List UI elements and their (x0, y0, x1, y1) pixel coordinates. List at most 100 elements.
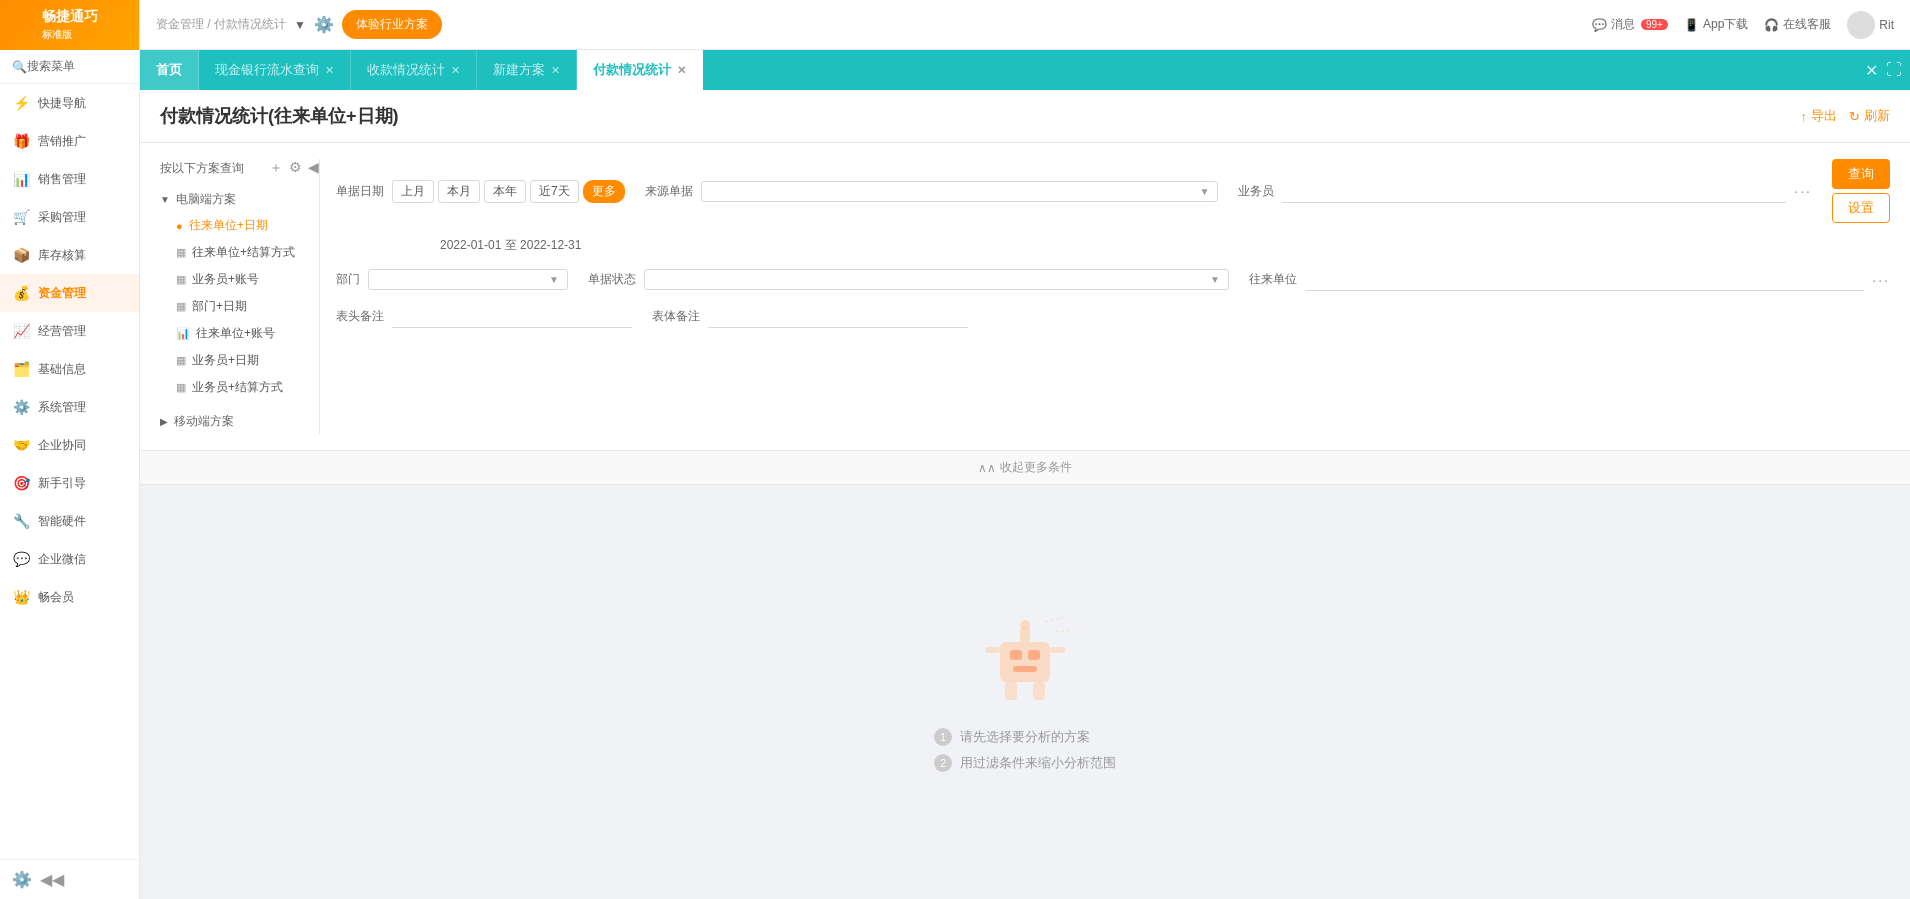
sidebar-item-inventory[interactable]: 📦 库存核算 (0, 236, 139, 274)
sidebar-item-basic[interactable]: 🗂️ 基础信息 (0, 350, 139, 388)
sidebar-item-finance[interactable]: 💰 资金管理 (0, 274, 139, 312)
bank-tab-close[interactable]: ✕ (325, 64, 334, 77)
header-left: 资金管理 / 付款情况统计 ▼ ⚙️ 体验行业方案 (156, 10, 1580, 39)
date-btn-this-year[interactable]: 本年 (484, 180, 526, 203)
app-download-action[interactable]: 📱 App下载 (1684, 16, 1748, 33)
trial-btn[interactable]: 体验行业方案 (342, 10, 442, 39)
sidebar-item-label: 资金管理 (38, 285, 86, 302)
sidebar-item-marketing[interactable]: 🎁 营销推广 (0, 122, 139, 160)
breadcrumb-dropdown[interactable]: ▼ (294, 18, 306, 32)
app-logo: 畅捷通巧 标准版 (0, 0, 139, 50)
sidebar-item-label: 销售管理 (38, 171, 86, 188)
empty-tip-1: 1 请先选择要分析的方案 (934, 728, 1116, 746)
filter-body-note-item: 表体备注 (652, 305, 1890, 328)
scheme-item-staff-settle[interactable]: ▦ 业务员+结算方式 (160, 374, 319, 401)
sidebar-item-hardware[interactable]: 🔧 智能硬件 (0, 502, 139, 540)
collapse-more-btn[interactable]: ∧∧ 收起更多条件 (978, 459, 1072, 476)
scheme-item-unit-account[interactable]: 📊 往来单位+账号 (160, 320, 319, 347)
staff-dots-btn[interactable]: ··· (1794, 183, 1812, 199)
header-note-input[interactable] (392, 305, 632, 328)
header-settings-icon[interactable]: ⚙️ (314, 15, 334, 34)
date-btn-7days[interactable]: 近7天 (530, 180, 579, 203)
message-action[interactable]: 💬 消息 99+ (1592, 16, 1668, 33)
user-profile[interactable]: Rit (1847, 11, 1894, 39)
filter-partner-item: 往来单位 ··· (1249, 268, 1890, 291)
doc-status-select[interactable]: ▼ (644, 269, 1229, 290)
user-avatar (1847, 11, 1875, 39)
staff-label: 业务员 (1238, 183, 1274, 200)
page-title: 付款情况统计(往来单位+日期) (160, 104, 399, 128)
tab-payment[interactable]: 付款情况统计 ✕ (577, 50, 703, 90)
export-btn[interactable]: ↑ 导出 (1801, 107, 1838, 125)
refresh-label: 刷新 (1864, 107, 1890, 125)
settings-btn[interactable]: 设置 (1832, 193, 1890, 223)
sidebar-item-label: 系统管理 (38, 399, 86, 416)
service-icon: 🎧 (1764, 18, 1779, 32)
filter-staff-item: 业务员 ··· (1238, 180, 1812, 203)
tab-close-all-icon[interactable]: ✕ (1865, 61, 1878, 80)
query-btn[interactable]: 查询 (1832, 159, 1890, 189)
sidebar-item-wechat[interactable]: 💬 企业微信 (0, 540, 139, 578)
header-note-label: 表头备注 (336, 308, 384, 325)
settings-scheme-icon[interactable]: ⚙ (289, 159, 302, 177)
collapse-scheme-icon[interactable]: ◀ (308, 159, 319, 177)
partner-dots-btn[interactable]: ··· (1872, 272, 1890, 288)
add-scheme-icon[interactable]: ＋ (269, 159, 283, 177)
collapse-sidebar-icon[interactable]: ◀◀ (40, 870, 64, 889)
date-btn-more[interactable]: 更多 (583, 180, 625, 203)
filter-header-note-item: 表头备注 (336, 305, 632, 328)
tab-home[interactable]: 首页 (140, 50, 199, 90)
doc-status-dropdown-icon: ▼ (1210, 274, 1220, 285)
scheme-icon-2: ▦ (176, 273, 186, 286)
svg-rect-7 (1050, 647, 1065, 653)
sidebar-item-system[interactable]: ⚙️ 系统管理 (0, 388, 139, 426)
sidebar-item-enterprise[interactable]: 🤝 企业协同 (0, 426, 139, 464)
body-note-input[interactable] (708, 305, 968, 328)
scheme-category-desktop[interactable]: ▼ 电脑端方案 (160, 187, 319, 212)
scheme-item-dept-date[interactable]: ▦ 部门+日期 (160, 293, 319, 320)
scheme-item-staff-date[interactable]: ▦ 业务员+日期 (160, 347, 319, 374)
svg-rect-3 (1013, 666, 1037, 672)
sidebar-item-label: 营销推广 (38, 133, 86, 150)
download-icon: 📱 (1684, 18, 1699, 32)
payment-tab-close[interactable]: ✕ (677, 64, 686, 77)
online-service-action[interactable]: 🎧 在线客服 (1764, 16, 1831, 33)
sidebar-item-quick-nav[interactable]: ⚡ 快捷导航 (0, 84, 139, 122)
search-menu[interactable]: 🔍 搜索菜单 (0, 50, 139, 84)
tab-maximize-icon[interactable]: ⛶ (1886, 61, 1902, 79)
scheme-item-unit-settle[interactable]: ▦ 往来单位+结算方式 (160, 239, 319, 266)
scheme-item-unit-date[interactable]: ● 往来单位+日期 (160, 212, 319, 239)
settings-gear-icon[interactable]: ⚙️ (12, 870, 32, 889)
new-scheme-tab-close[interactable]: ✕ (551, 64, 560, 77)
svg-rect-6 (985, 647, 1000, 653)
sidebar-item-operation[interactable]: 📈 经营管理 (0, 312, 139, 350)
user-name: Rit (1879, 18, 1894, 32)
date-btn-this-month[interactable]: 本月 (438, 180, 480, 203)
refresh-btn[interactable]: ↻ 刷新 (1849, 107, 1890, 125)
sidebar-item-vip[interactable]: 👑 畅会员 (0, 578, 139, 616)
empty-state: 1 请先选择要分析的方案 2 用过滤条件来缩小分析范围 (140, 485, 1910, 899)
vip-icon: 👑 (12, 588, 30, 606)
sidebar-item-sales[interactable]: 📊 销售管理 (0, 160, 139, 198)
tab-receipt[interactable]: 收款情况统计 ✕ (351, 50, 477, 90)
sidebar-item-guide[interactable]: 🎯 新手引导 (0, 464, 139, 502)
dept-select[interactable]: ▼ (368, 269, 568, 290)
staff-input[interactable] (1282, 180, 1786, 203)
message-badge: 99+ (1641, 19, 1668, 30)
receipt-tab-close[interactable]: ✕ (451, 64, 460, 77)
tab-bank[interactable]: 现金银行流水查询 ✕ (199, 50, 351, 90)
enterprise-icon: 🤝 (12, 436, 30, 454)
scheme-item-label: 往来单位+日期 (189, 217, 268, 234)
tab-new-scheme[interactable]: 新建方案 ✕ (477, 50, 577, 90)
date-btn-last-month[interactable]: 上月 (392, 180, 434, 203)
date-range-row: 2022-01-01 至 2022-12-31 (336, 237, 1890, 254)
svg-rect-9 (1033, 682, 1045, 700)
scheme-item-label: 往来单位+结算方式 (192, 244, 295, 261)
scheme-item-staff-account[interactable]: ▦ 业务员+账号 (160, 266, 319, 293)
tab-bar-right: ✕ ⛶ (1857, 50, 1910, 90)
partner-input[interactable] (1305, 268, 1864, 291)
scheme-category-mobile[interactable]: ▶ 移动端方案 (160, 409, 319, 434)
sidebar-item-label: 基础信息 (38, 361, 86, 378)
source-select[interactable]: ▼ (701, 181, 1219, 202)
sidebar-item-purchase[interactable]: 🛒 采购管理 (0, 198, 139, 236)
